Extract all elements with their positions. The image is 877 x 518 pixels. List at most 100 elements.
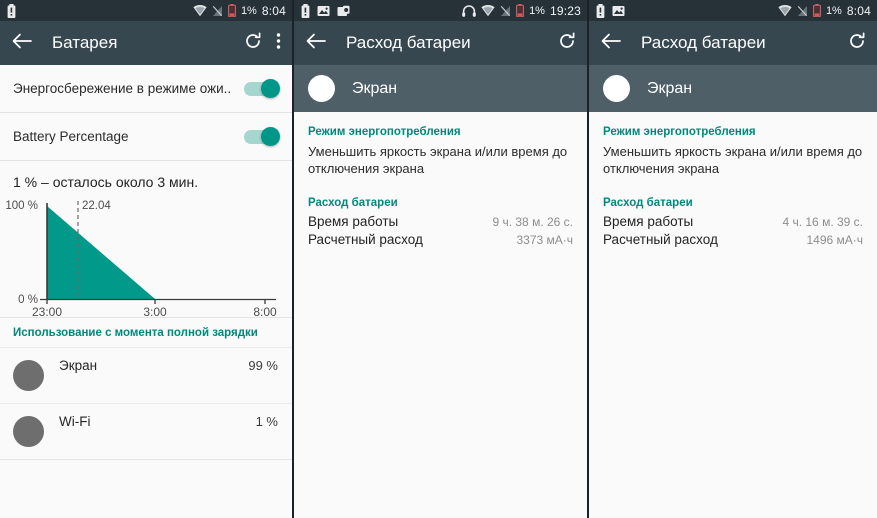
power-mode-title: Режим энергопотребления [308, 126, 461, 138]
avatar [13, 360, 44, 391]
status-bar: 1% 19:23 [294, 0, 587, 21]
standby-saver-toggle[interactable] [244, 78, 280, 98]
power-mode-body: Уменьшить яркость экрана и/или время до … [603, 144, 863, 176]
usage-item-name: Wi-Fi [59, 414, 91, 429]
refresh-icon[interactable] [848, 31, 866, 55]
x-tick-2: 8:00 [253, 305, 277, 317]
page-title: Расход батареи [641, 33, 766, 52]
battery-history-chart: 100 % 0 % 22.04 23:00 3:00 8:00 [0, 195, 292, 317]
row-key: Время работы [603, 214, 694, 229]
usage-item-header: Экран 99 % [59, 358, 278, 373]
app-subheader: Экран [589, 65, 877, 112]
list-item[interactable]: Wi-Fi 1 % [0, 403, 292, 459]
setting-label: Энергосбережение в режиме ожи.. [13, 81, 232, 96]
toggle-knob [261, 78, 280, 98]
detail-content: Режим энергопотребления Уменьшить яркост… [294, 112, 587, 247]
panel-screen-detail-19-23: 1% 19:23 Расход батареи Экран Режим энер… [292, 0, 589, 518]
list-item[interactable]: Экран 99 % [0, 347, 292, 403]
y-tick-top: 100 % [5, 200, 38, 212]
subheader-title: Экран [647, 79, 693, 97]
status-clock: 8:04 [261, 3, 286, 18]
back-arrow-icon[interactable] [601, 33, 621, 54]
status-bar: 1% 8:04 [589, 0, 877, 21]
avatar [603, 75, 630, 102]
status-bar-left-icons [301, 3, 350, 18]
status-clock: 8:04 [846, 3, 871, 18]
wifi-icon [778, 4, 792, 17]
row-value: 3373 мА·ч [516, 233, 573, 247]
overflow-menu-icon[interactable] [276, 32, 281, 55]
chart-annotation-label: 22.04 [82, 200, 111, 212]
page-title: Расход батареи [346, 33, 471, 52]
usage-item-body: Экран 99 % [59, 358, 278, 373]
wifi-icon [481, 4, 495, 17]
status-battery-percent: 1% [240, 4, 257, 17]
detail-content: Режим энергопотребления Уменьшить яркост… [589, 112, 877, 247]
status-battery-percent: 1% [825, 4, 842, 17]
status-battery-percent: 1% [529, 4, 545, 17]
status-bar-right-icons: 1% 8:04 [778, 4, 871, 18]
consumption-title: Расход батареи [308, 197, 398, 209]
back-arrow-icon[interactable] [306, 33, 326, 54]
battery-alert-icon [596, 3, 605, 18]
refresh-icon[interactable] [558, 31, 576, 55]
divider [0, 459, 292, 461]
battery-chart-svg: 100 % 0 % 22.04 23:00 3:00 8:00 [5, 200, 277, 317]
usage-item-name: Экран [59, 358, 98, 373]
power-mode-body: Уменьшить яркость экрана и/или время до … [308, 144, 568, 176]
usage-item-body: Wi-Fi 1 % [59, 414, 278, 429]
app-subheader: Экран [294, 65, 587, 112]
row-key: Расчетный расход [603, 232, 718, 247]
page-title: Батарея [52, 33, 118, 52]
battery-low-icon [813, 4, 821, 18]
usage-item-percent: 99 % [248, 358, 278, 373]
setting-row-standby-saver[interactable]: Энергосбережение в режиме ожи.. [0, 65, 292, 113]
row-key: Время работы [308, 214, 399, 229]
table-row: Время работы 4 ч. 16 м. 39 с. [603, 214, 863, 229]
table-row: Время работы 9 ч. 38 м. 26 с. [308, 214, 573, 229]
back-arrow-icon[interactable] [12, 33, 32, 54]
setting-row-battery-percentage[interactable]: Battery Percentage [0, 113, 292, 161]
battery-percentage-toggle[interactable] [244, 126, 280, 146]
x-tick-1: 3:00 [143, 305, 167, 317]
screenshot-icon [612, 5, 625, 17]
row-key: Расчетный расход [308, 232, 423, 247]
battery-low-icon [228, 4, 236, 18]
headphones-icon [462, 4, 476, 17]
status-clock: 19:23 [549, 3, 581, 18]
status-bar-left-icons [596, 3, 625, 18]
toggle-knob [261, 126, 280, 146]
table-row: Расчетный расход 3373 мА·ч [308, 232, 573, 247]
status-bar-right-icons: 1% 8:04 [193, 4, 286, 18]
panel-battery-overview: 1% 8:04 Батарея Энергосбережение в режим… [0, 0, 292, 518]
avatar [308, 75, 335, 102]
signal-off-icon [500, 5, 511, 17]
battery-summary-text: 1 % – осталось около 3 мин. [13, 174, 199, 190]
camera-icon [337, 5, 350, 17]
battery-alert-icon [301, 3, 310, 18]
x-tick-0: 23:00 [32, 305, 62, 317]
status-bar-right-icons: 1% 19:23 [462, 4, 581, 18]
row-value: 9 ч. 38 м. 26 с. [492, 215, 573, 229]
row-value: 1496 мА·ч [806, 233, 863, 247]
battery-alert-icon [7, 3, 16, 18]
refresh-icon[interactable] [244, 31, 262, 55]
consumption-title: Расход батареи [603, 197, 693, 209]
usage-item-header: Wi-Fi 1 % [59, 414, 278, 429]
app-bar: Батарея [0, 21, 292, 65]
setting-label: Battery Percentage [13, 129, 129, 144]
signal-off-icon [212, 5, 223, 17]
signal-off-icon [797, 5, 808, 17]
table-row: Расчетный расход 1496 мА·ч [603, 232, 863, 247]
power-mode-title: Режим энергопотребления [603, 126, 756, 138]
subheader-title: Экран [352, 79, 398, 97]
row-value: 4 ч. 16 м. 39 с. [782, 215, 863, 229]
usage-section-title: Использование с момента полной зарядки [0, 317, 292, 347]
status-bar-left-icons [7, 3, 16, 18]
avatar [13, 416, 44, 447]
usage-item-percent: 1 % [255, 414, 278, 429]
app-bar: Расход батареи [294, 21, 587, 65]
chart-area-fill [47, 206, 155, 299]
